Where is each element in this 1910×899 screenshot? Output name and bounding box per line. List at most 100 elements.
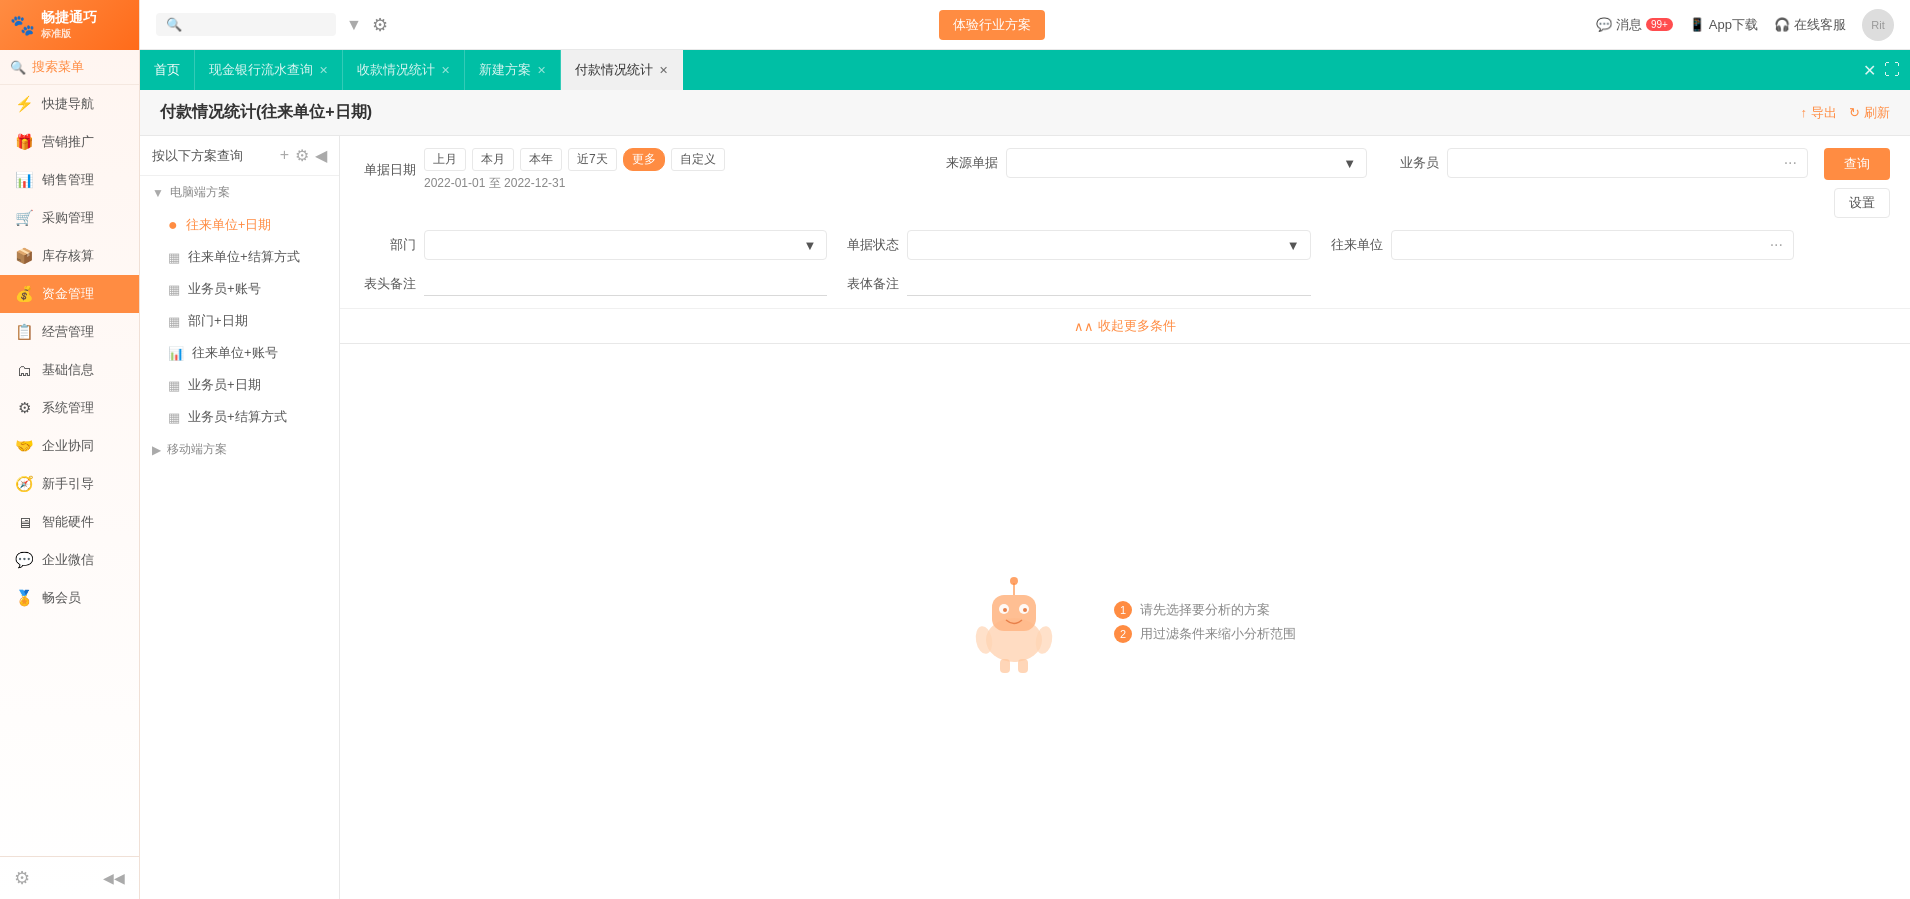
purchase-icon: 🛒 — [14, 209, 34, 227]
sidebar-item-label: 采购管理 — [42, 209, 94, 227]
scheme-item-unit-settlement[interactable]: ▦ 往来单位+结算方式 — [140, 241, 339, 273]
tab-new-scheme-close[interactable]: ✕ — [537, 64, 546, 77]
dept-select[interactable]: ▼ — [424, 230, 827, 260]
filter-row-2: 部门 ▼ 单据状态 ▼ — [360, 230, 1890, 260]
status-select[interactable]: ▼ — [907, 230, 1310, 260]
date-btn-this-month[interactable]: 本月 — [472, 148, 514, 171]
enterprise-icon: 🤝 — [14, 437, 34, 455]
sidebar-item-basic[interactable]: 🗂 基础信息 — [0, 351, 139, 389]
tab-new-scheme-label: 新建方案 — [479, 61, 531, 79]
sidebar: 🐾 畅捷通巧 标准版 🔍 搜索菜单 ⚡ 快捷导航 🎁 营销推广 📊 销售管理 🛒… — [0, 0, 140, 899]
sidebar-item-guide[interactable]: 🧭 新手引导 — [0, 465, 139, 503]
scheme-item-unit-date[interactable]: ● 往来单位+日期 — [140, 209, 339, 241]
source-dropdown-icon: ▼ — [1343, 156, 1356, 171]
svg-point-5 — [1023, 608, 1027, 612]
tab-receipt-stats[interactable]: 收款情况统计 ✕ — [343, 50, 465, 90]
date-btn-7days[interactable]: 近7天 — [568, 148, 617, 171]
refresh-btn[interactable]: ↻ 刷新 — [1849, 104, 1890, 122]
tab-receipt-stats-close[interactable]: ✕ — [441, 64, 450, 77]
trial-btn[interactable]: 体验行业方案 — [939, 10, 1045, 40]
tab-home[interactable]: 首页 — [140, 50, 195, 90]
export-btn[interactable]: ↑ 导出 — [1801, 104, 1838, 122]
sidebar-settings-btn[interactable]: ⚙ — [14, 867, 30, 889]
app-sub: 标准版 — [41, 27, 97, 41]
scheme-collapse-btn[interactable]: ◀ — [315, 146, 327, 165]
sidebar-item-label: 快捷导航 — [42, 95, 94, 113]
tab-new-scheme[interactable]: 新建方案 ✕ — [465, 50, 561, 90]
group-arrow-icon: ▼ — [152, 186, 164, 200]
filter-field-dept: 部门 ▼ — [360, 230, 827, 260]
sidebar-item-stock[interactable]: 📦 库存核算 — [0, 237, 139, 275]
query-btn[interactable]: 查询 — [1824, 148, 1890, 180]
scheme-item-staff-date[interactable]: ▦ 业务员+日期 — [140, 369, 339, 401]
tab-payment-stats-close[interactable]: ✕ — [659, 64, 668, 77]
scheme-group-mobile-title[interactable]: ▶ 移动端方案 — [140, 433, 339, 466]
sidebar-item-quick-nav[interactable]: ⚡ 快捷导航 — [0, 85, 139, 123]
date-btn-more[interactable]: 更多 — [623, 148, 665, 171]
scheme-item-dept-date[interactable]: ▦ 部门+日期 — [140, 305, 339, 337]
sidebar-item-system[interactable]: ⚙ 系统管理 — [0, 389, 139, 427]
user-avatar[interactable]: Rit — [1862, 9, 1894, 41]
sidebar-item-hardware[interactable]: 🖥 智能硬件 — [0, 503, 139, 541]
sidebar-item-purchase[interactable]: 🛒 采购管理 — [0, 199, 139, 237]
scheme-setting-btn[interactable]: ⚙ — [295, 146, 309, 165]
scheme-item-unit-account[interactable]: 📊 往来单位+账号 — [140, 337, 339, 369]
sidebar-item-label: 销售管理 — [42, 171, 94, 189]
sidebar-item-capital[interactable]: 💰 资金管理 — [0, 275, 139, 313]
tab-cash-flow[interactable]: 现金银行流水查询 ✕ — [195, 50, 343, 90]
sidebar-collapse-btn[interactable]: ◀◀ — [103, 870, 125, 886]
tabbar: 首页 现金银行流水查询 ✕ 收款情况统计 ✕ 新建方案 ✕ 付款情况统计 ✕ ✕… — [140, 50, 1910, 90]
date-btn-last-month[interactable]: 上月 — [424, 148, 466, 171]
search-icon: 🔍 — [166, 17, 182, 32]
scheme-item-staff-settlement[interactable]: ▦ 业务员+结算方式 — [140, 401, 339, 433]
sidebar-item-operation[interactable]: 📋 经营管理 — [0, 313, 139, 351]
app-download-btn[interactable]: 📱 App下载 — [1689, 16, 1758, 34]
date-btn-this-year[interactable]: 本年 — [520, 148, 562, 171]
sidebar-item-marketing[interactable]: 🎁 营销推广 — [0, 123, 139, 161]
tab-expand-btn[interactable]: ⛶ — [1884, 61, 1900, 79]
header-note-input[interactable] — [424, 272, 827, 296]
empty-hint-1: 1 请先选择要分析的方案 — [1114, 601, 1296, 619]
filter-field-staff: 业务员 ··· — [1383, 148, 1808, 178]
hint-num-2: 2 — [1114, 625, 1132, 643]
sidebar-item-label: 基础信息 — [42, 361, 94, 379]
empty-state: 1 请先选择要分析的方案 2 用过滤条件来缩小分析范围 — [954, 565, 1296, 678]
search-menu[interactable]: 🔍 搜索菜单 — [0, 50, 139, 85]
page-header: 付款情况统计(往来单位+日期) ↑ 导出 ↻ 刷新 — [140, 90, 1910, 136]
logo-icon: 🐾 — [10, 13, 35, 37]
tab-close-all-btn[interactable]: ✕ — [1863, 61, 1876, 80]
sidebar-item-wechat[interactable]: 💬 企业微信 — [0, 541, 139, 579]
collapse-bar[interactable]: ∧∧ 收起更多条件 — [340, 308, 1910, 343]
staff-dots[interactable]: ··· — [1784, 154, 1797, 172]
filter-field-unit: 往来单位 ··· — [1327, 230, 1794, 260]
tab-cash-flow-close[interactable]: ✕ — [319, 64, 328, 77]
tab-payment-stats[interactable]: 付款情况统计 ✕ — [561, 50, 683, 90]
tab-receipt-stats-label: 收款情况统计 — [357, 61, 435, 79]
sidebar-item-label: 企业微信 — [42, 551, 94, 569]
scheme-item-label: 往来单位+账号 — [192, 344, 278, 362]
date-btn-custom[interactable]: 自定义 — [671, 148, 725, 171]
staff-select[interactable]: ··· — [1447, 148, 1808, 178]
unit-dots[interactable]: ··· — [1770, 236, 1783, 254]
page-title: 付款情况统计(往来单位+日期) — [160, 102, 372, 123]
scheme-add-btn[interactable]: + — [280, 146, 289, 165]
tab-home-label: 首页 — [154, 61, 180, 79]
topbar-gear-btn[interactable]: ⚙ — [372, 14, 388, 36]
scheme-group-pc-title[interactable]: ▼ 电脑端方案 — [140, 176, 339, 209]
setting-btn[interactable]: 设置 — [1834, 188, 1890, 218]
online-service-btn[interactable]: 🎧 在线客服 — [1774, 16, 1846, 34]
sidebar-item-enterprise[interactable]: 🤝 企业协同 — [0, 427, 139, 465]
unit-label: 往来单位 — [1327, 236, 1383, 254]
source-select[interactable]: ▼ — [1006, 148, 1367, 178]
hardware-icon: 🖥 — [14, 514, 34, 531]
sidebar-item-sales[interactable]: 📊 销售管理 — [0, 161, 139, 199]
sidebar-item-member[interactable]: 🏅 畅会员 — [0, 579, 139, 617]
empty-hints: 1 请先选择要分析的方案 2 用过滤条件来缩小分析范围 — [1114, 601, 1296, 643]
message-btn[interactable]: 💬 消息 99+ — [1596, 16, 1673, 34]
topbar-dropdown-icon[interactable]: ▼ — [346, 16, 362, 34]
scheme-item-staff-account[interactable]: ▦ 业务员+账号 — [140, 273, 339, 305]
basic-icon: 🗂 — [14, 362, 34, 379]
body-note-input[interactable] — [907, 272, 1310, 296]
unit-select[interactable]: ··· — [1391, 230, 1794, 260]
unit-date-icon: ● — [168, 216, 178, 234]
